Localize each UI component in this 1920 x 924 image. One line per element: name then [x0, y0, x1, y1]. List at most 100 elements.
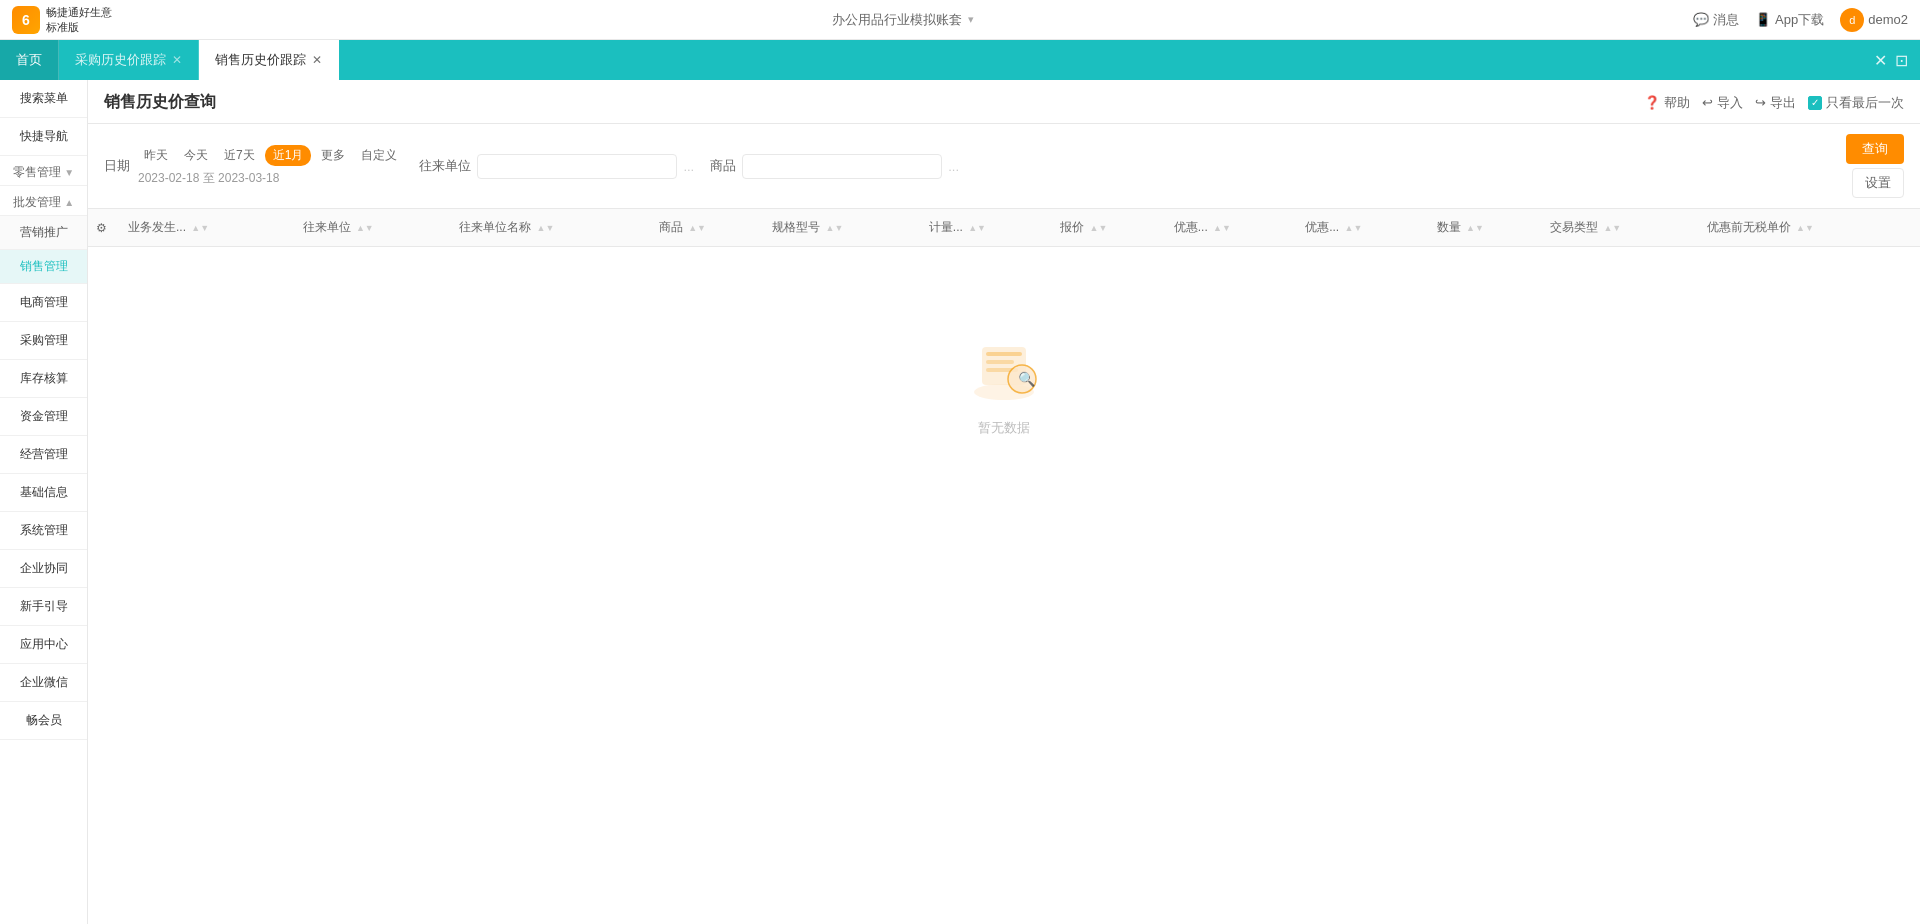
empty-state: 🔍 暂无数据 — [88, 247, 1920, 517]
product-filter-input[interactable] — [742, 154, 942, 179]
col-settings: ⚙ — [88, 209, 120, 247]
sort-arrows-biz-date: ▲▼ — [191, 223, 209, 233]
sidebar-item-sales-mgmt[interactable]: 销售管理 — [0, 250, 87, 284]
close-sales-history-tab[interactable]: ✕ — [312, 53, 322, 67]
sidebar-submenu-wholesale: 营销推广 销售管理 — [0, 216, 87, 284]
import-icon: ↩ — [1702, 95, 1713, 110]
filter-settings-button[interactable]: 设置 — [1852, 168, 1904, 198]
sidebar-item-enterprise[interactable]: 企业协同 — [0, 550, 87, 588]
col-quoted-price[interactable]: 报价 ▲▼ — [1052, 209, 1165, 247]
sidebar-item-finance[interactable]: 资金管理 — [0, 398, 87, 436]
sort-arrows-quoted-price: ▲▼ — [1090, 223, 1108, 233]
tab-purchase-history[interactable]: 采购历史价跟踪 ✕ — [59, 40, 199, 80]
sort-arrows-trade-type: ▲▼ — [1603, 223, 1621, 233]
main-layout: 搜索菜单 快捷导航 零售管理 ▼ 批发管理 ▲ 营销推广 销售管理 电商管理 采… — [0, 80, 1920, 924]
col-discount1[interactable]: 优惠... ▲▼ — [1166, 209, 1297, 247]
sidebar-item-marketing[interactable]: 营销推广 — [0, 216, 87, 250]
results-table: ⚙ 业务发生... ▲▼ 往来单位 ▲▼ 往来单位名称 ▲▼ — [88, 209, 1920, 247]
search-button[interactable]: 查询 — [1846, 134, 1904, 164]
sidebar-item-basic-info[interactable]: 基础信息 — [0, 474, 87, 512]
date-shortcut-1month[interactable]: 近1月 — [265, 145, 312, 166]
only-last-checkbox-label[interactable]: ✓ 只看最后一次 — [1808, 94, 1904, 112]
import-btn[interactable]: ↩ 导入 — [1702, 94, 1743, 112]
date-shortcut-more[interactable]: 更多 — [315, 145, 351, 166]
col-trade-type[interactable]: 交易类型 ▲▼ — [1542, 209, 1699, 247]
top-bar: 6 畅捷通好生意 标准版 办公用品行业模拟账套 ▾ 💬 消息 📱 App下载 d… — [0, 0, 1920, 40]
col-spec[interactable]: 规格型号 ▲▼ — [764, 209, 921, 247]
workspace-selector[interactable]: 办公用品行业模拟账套 ▾ — [832, 11, 974, 29]
col-biz-date[interactable]: 业务发生... ▲▼ — [120, 209, 295, 247]
col-unit[interactable]: 计量... ▲▼ — [921, 209, 1052, 247]
product-filter-group: 商品 ... — [710, 154, 959, 179]
col-discount2[interactable]: 优惠... ▲▼ — [1297, 209, 1428, 247]
sort-arrows-pre-tax-price: ▲▼ — [1796, 223, 1814, 233]
logo-icon: 6 — [12, 6, 40, 34]
sidebar-item-app-center[interactable]: 应用中心 — [0, 626, 87, 664]
product-filter-dots[interactable]: ... — [948, 159, 959, 174]
close-all-tabs-btn[interactable]: ✕ — [1874, 51, 1887, 70]
col-partner-code[interactable]: 往来单位 ▲▼ — [295, 209, 452, 247]
sidebar-item-guide[interactable]: 新手引导 — [0, 588, 87, 626]
user-menu[interactable]: d demo2 — [1840, 8, 1908, 32]
date-filter-group: 日期 昨天 今天 近7天 近1月 更多 自定义 2023-02-18 至 202… — [104, 145, 403, 187]
export-btn[interactable]: ↪ 导出 — [1755, 94, 1796, 112]
sidebar-item-system[interactable]: 系统管理 — [0, 512, 87, 550]
help-btn[interactable]: ❓ 帮助 — [1644, 94, 1690, 112]
svg-rect-2 — [986, 352, 1022, 356]
top-bar-right: 💬 消息 📱 App下载 d demo2 — [1693, 8, 1908, 32]
sidebar-item-ecommerce[interactable]: 电商管理 — [0, 284, 87, 322]
sidebar-item-wholesale-mgmt[interactable]: 批发管理 ▲ — [0, 186, 87, 216]
table-wrapper: ⚙ 业务发生... ▲▼ 往来单位 ▲▼ 往来单位名称 ▲▼ — [88, 209, 1920, 924]
sidebar-item-operation[interactable]: 经营管理 — [0, 436, 87, 474]
sort-arrows-partner-name: ▲▼ — [536, 223, 554, 233]
avatar: d — [1840, 8, 1864, 32]
date-shortcut-today[interactable]: 今天 — [178, 145, 214, 166]
app-download-btn[interactable]: 📱 App下载 — [1755, 11, 1824, 29]
col-pre-tax-price[interactable]: 优惠前无税单价 ▲▼ — [1699, 209, 1920, 247]
sidebar-item-membership[interactable]: 畅会员 — [0, 702, 87, 740]
retail-expand-icon: ▼ — [64, 167, 74, 178]
partner-filter-group: 往来单位 ... — [419, 154, 694, 179]
date-shortcut-yesterday[interactable]: 昨天 — [138, 145, 174, 166]
page-actions: ❓ 帮助 ↩ 导入 ↪ 导出 ✓ 只看最后一次 — [1644, 94, 1904, 112]
tab-home[interactable]: 首页 — [0, 40, 59, 80]
sort-arrows-partner-code: ▲▼ — [356, 223, 374, 233]
partner-filter-input[interactable] — [477, 154, 677, 179]
date-shortcuts: 昨天 今天 近7天 近1月 更多 自定义 — [138, 145, 403, 166]
content-area: 销售历史价查询 ❓ 帮助 ↩ 导入 ↪ 导出 ✓ — [88, 80, 1920, 924]
only-last-checkbox[interactable]: ✓ — [1808, 96, 1822, 110]
sidebar-item-inventory[interactable]: 库存核算 — [0, 360, 87, 398]
filter-area: 日期 昨天 今天 近7天 近1月 更多 自定义 2023-02-18 至 202… — [88, 124, 1920, 209]
download-icon: 📱 — [1755, 12, 1771, 27]
sidebar-item-wechat[interactable]: 企业微信 — [0, 664, 87, 702]
date-filter-label: 日期 — [104, 157, 130, 175]
sidebar-item-search-menu[interactable]: 搜索菜单 — [0, 80, 87, 118]
sort-arrows-quantity: ▲▼ — [1466, 223, 1484, 233]
message-btn[interactable]: 💬 消息 — [1693, 11, 1739, 29]
sidebar: 搜索菜单 快捷导航 零售管理 ▼ 批发管理 ▲ 营销推广 销售管理 电商管理 采… — [0, 80, 88, 924]
date-shortcut-custom[interactable]: 自定义 — [355, 145, 403, 166]
message-icon: 💬 — [1693, 12, 1709, 27]
restore-btn[interactable]: ⊡ — [1895, 51, 1908, 70]
product-filter-label: 商品 — [710, 157, 736, 175]
logo-area: 6 畅捷通好生意 标准版 — [12, 5, 112, 34]
table-header-row: ⚙ 业务发生... ▲▼ 往来单位 ▲▼ 往来单位名称 ▲▼ — [88, 209, 1920, 247]
svg-text:🔍: 🔍 — [1018, 371, 1036, 388]
empty-text: 暂无数据 — [978, 419, 1030, 437]
sort-arrows-unit: ▲▼ — [968, 223, 986, 233]
date-range-display: 2023-02-18 至 2023-03-18 — [138, 170, 403, 187]
sidebar-item-purchase[interactable]: 采购管理 — [0, 322, 87, 360]
close-purchase-history-tab[interactable]: ✕ — [172, 53, 182, 67]
table-settings-icon[interactable]: ⚙ — [96, 221, 107, 235]
sidebar-item-retail-mgmt[interactable]: 零售管理 ▼ — [0, 156, 87, 186]
logo-text: 畅捷通好生意 标准版 — [46, 5, 112, 34]
page-header: 销售历史价查询 ❓ 帮助 ↩ 导入 ↪ 导出 ✓ — [88, 80, 1920, 124]
sort-arrows-discount1: ▲▼ — [1213, 223, 1231, 233]
col-product[interactable]: 商品 ▲▼ — [651, 209, 764, 247]
sidebar-item-quick-nav[interactable]: 快捷导航 — [0, 118, 87, 156]
tab-sales-history[interactable]: 销售历史价跟踪 ✕ — [199, 40, 339, 80]
col-quantity[interactable]: 数量 ▲▼ — [1429, 209, 1542, 247]
date-shortcut-7days[interactable]: 近7天 — [218, 145, 261, 166]
partner-filter-dots[interactable]: ... — [683, 159, 694, 174]
col-partner-name[interactable]: 往来单位名称 ▲▼ — [451, 209, 651, 247]
